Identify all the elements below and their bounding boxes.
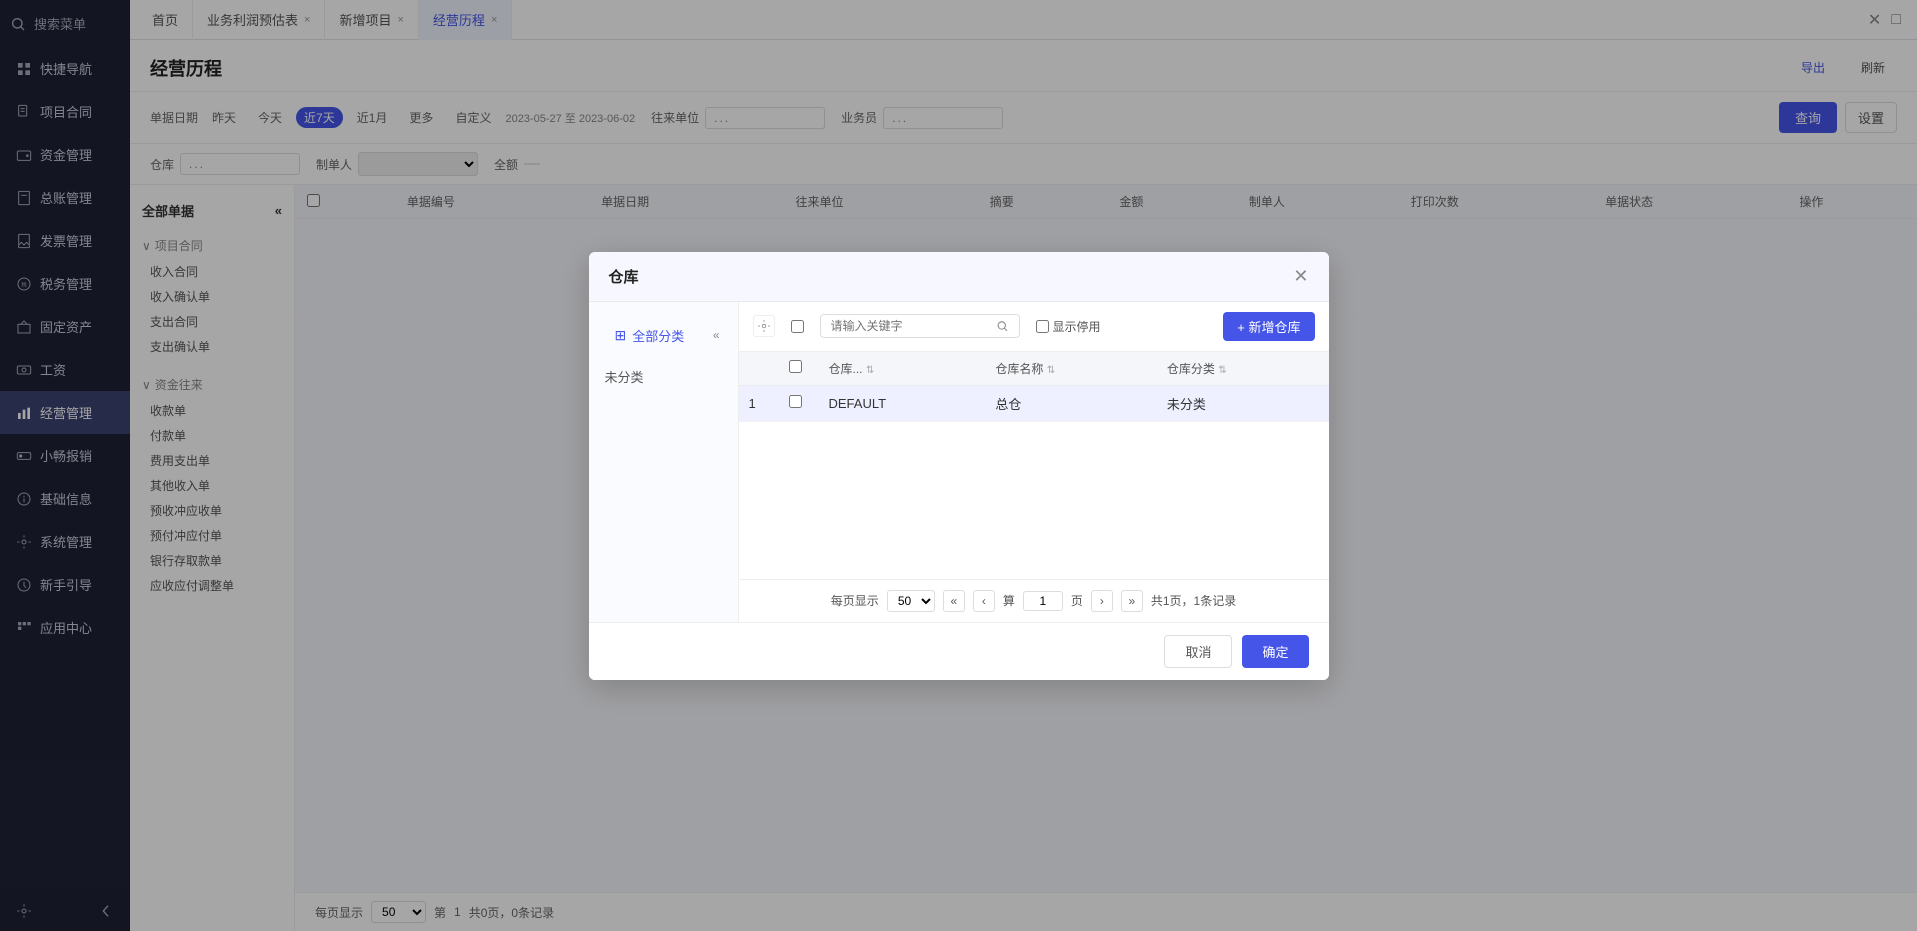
modal-table: 仓库... ⇅ 仓库名称 ⇅ 仓库分类 ⇅ [739, 352, 1329, 422]
modal-search-input[interactable] [831, 319, 990, 333]
row-checkbox[interactable] [789, 395, 802, 408]
modal-toolbar: 显示停用 + 新增仓库 [739, 302, 1329, 352]
modal-footer: 取消 确定 [589, 622, 1329, 680]
modal-table-header-row: 仓库... ⇅ 仓库名称 ⇅ 仓库分类 ⇅ [739, 352, 1329, 386]
modal-total-info: 共1页，1条记录 [1151, 592, 1236, 609]
modal-title: 仓库 [609, 266, 639, 287]
modal-search-icon [996, 319, 1009, 333]
modal-header-checkbox[interactable] [789, 360, 802, 373]
modal-header: 仓库 ✕ [589, 252, 1329, 302]
th-warehouse-name: 仓库名称 ⇅ [985, 352, 1157, 386]
th-warehouse-category: 仓库分类 ⇅ [1157, 352, 1329, 386]
th-row-num [739, 352, 779, 386]
modal-last-btn[interactable]: » [1121, 590, 1143, 612]
modal-page-size[interactable]: 50 [887, 590, 935, 612]
cell-category: 未分类 [1157, 385, 1329, 421]
confirm-btn[interactable]: 确定 [1242, 635, 1308, 668]
modal-close-btn[interactable]: ✕ [1293, 266, 1308, 287]
cancel-btn[interactable]: 取消 [1164, 635, 1232, 668]
cell-checkbox [779, 385, 819, 421]
th-warehouse-code: 仓库... ⇅ [819, 352, 986, 386]
modal-page-input[interactable] [1023, 591, 1063, 611]
modal-sidebar-uncategorized[interactable]: 未分类 [589, 359, 738, 394]
table-row[interactable]: 1 DEFAULT 总仓 未分类 [739, 385, 1329, 421]
settings-small-btn[interactable] [753, 315, 775, 337]
modal-page-unit: 页 [1071, 592, 1083, 609]
modal-overlay[interactable]: 仓库 ✕ ⊞ 全部分类 « 未分类 [0, 0, 1917, 931]
modal-sidebar: ⊞ 全部分类 « 未分类 [589, 302, 739, 622]
modal-page-label: 算 [1003, 592, 1015, 609]
modal-prev-btn[interactable]: ‹ [973, 590, 995, 612]
warehouse-modal: 仓库 ✕ ⊞ 全部分类 « 未分类 [589, 252, 1329, 680]
cell-row-num: 1 [739, 385, 779, 421]
modal-sidebar-toggle[interactable]: « [705, 328, 728, 342]
show-disabled-label[interactable]: 显示停用 [1036, 318, 1101, 335]
cell-code: DEFAULT [819, 385, 986, 421]
all-categories-icon: ⊞ [615, 327, 627, 344]
select-all-modal-checkbox[interactable] [791, 320, 804, 333]
modal-first-btn[interactable]: « [943, 590, 965, 612]
modal-right-content: 显示停用 + 新增仓库 仓库... ⇅ [739, 302, 1329, 622]
add-warehouse-btn[interactable]: + 新增仓库 [1223, 312, 1314, 341]
modal-pagination: 每页显示 50 « ‹ 算 页 › » 共1页，1条记录 [739, 579, 1329, 622]
modal-search-box[interactable] [820, 314, 1020, 338]
th-checkbox [779, 352, 819, 386]
modal-body: ⊞ 全部分类 « 未分类 [589, 302, 1329, 622]
settings-small-icon [757, 319, 771, 333]
show-disabled-checkbox[interactable] [1036, 320, 1049, 333]
modal-per-page-label: 每页显示 [831, 592, 879, 609]
modal-table-container: 仓库... ⇅ 仓库名称 ⇅ 仓库分类 ⇅ [739, 352, 1329, 579]
modal-sidebar-all[interactable]: ⊞ 全部分类 [599, 318, 701, 353]
cell-name: 总仓 [985, 385, 1157, 421]
modal-next-btn[interactable]: › [1091, 590, 1113, 612]
